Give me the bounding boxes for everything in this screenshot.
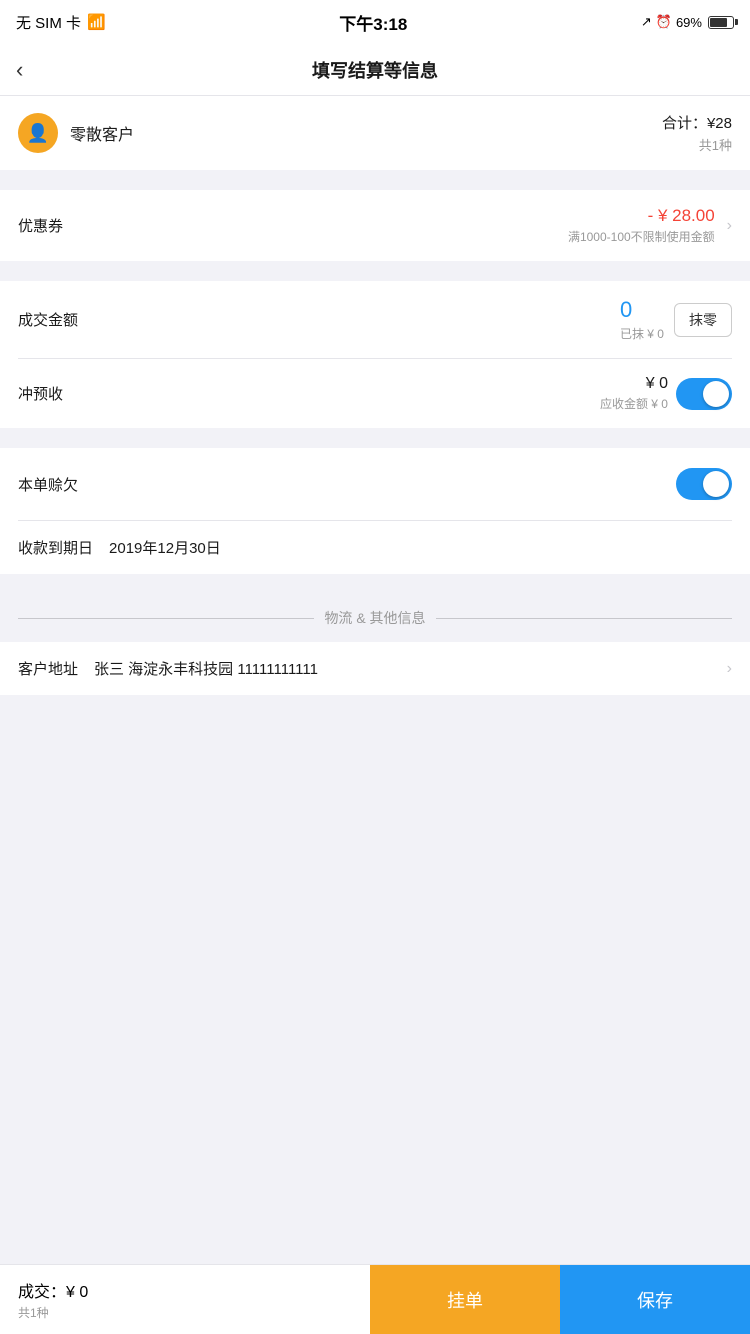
alarm-icon: ⏰ (656, 14, 672, 30)
section-divider-4 (0, 584, 750, 594)
logistics-line-right (436, 618, 732, 619)
address-row[interactable]: 客户地址 张三 海淀永丰科技园 11111111111 › (0, 642, 750, 695)
debt-label: 本单赊欠 (18, 474, 78, 495)
debt-toggle-knob (703, 471, 729, 497)
address-label: 客户地址 (18, 658, 78, 679)
bottom-transaction-value: ¥ 0 (66, 1284, 88, 1301)
section-divider-3 (0, 438, 750, 448)
already-rounded: 已抹 ¥ 0 (620, 325, 664, 342)
toggle-knob (703, 381, 729, 407)
chevron-right-icon: › (727, 217, 732, 235)
section-divider-2 (0, 271, 750, 281)
customer-row: 👤 零散客户 合计：¥28 共1种 (0, 96, 750, 170)
status-left: 无 SIM 卡 📶 (16, 12, 106, 33)
address-value: 张三 海淀永丰科技园 11111111111 (94, 658, 711, 679)
prepay-toggle[interactable] (676, 378, 732, 410)
address-section[interactable]: 客户地址 张三 海淀永丰科技园 11111111111 › (0, 642, 750, 695)
status-bar: 无 SIM 卡 📶 下午3:18 ↗ ⏰ 69% (0, 0, 750, 44)
bottom-transaction-label: 成交： (18, 1284, 66, 1301)
carrier-text: 无 SIM 卡 (16, 12, 81, 33)
battery-percent: 69% (676, 15, 702, 30)
prepay-sub-amount: 应收金额 ¥ 0 (600, 395, 668, 412)
wifi-icon: 📶 (87, 13, 106, 31)
transaction-value: 0 (620, 297, 664, 323)
bottom-count: 共1种 (18, 1304, 352, 1321)
debt-row: 本单赊欠 (0, 448, 750, 520)
status-time: 下午3:18 (339, 10, 407, 35)
due-date-label: 收款到期日 (18, 537, 93, 558)
logistics-label: 物流 & 其他信息 (324, 608, 425, 628)
hold-button[interactable]: 挂单 (370, 1265, 560, 1334)
section-divider-1 (0, 180, 750, 190)
coupon-right: - ¥ 28.00 满1000-100不限制使用金额 › (568, 206, 732, 245)
customer-left: 👤 零散客户 (18, 113, 134, 153)
round-off-button[interactable]: 抹零 (674, 303, 732, 337)
transaction-section: 成交金额 0 已抹 ¥ 0 抹零 冲预收 ¥ 0 应收金额 ¥ 0 (0, 281, 750, 428)
avatar-icon: 👤 (27, 123, 49, 144)
location-icon: ↗ (641, 14, 652, 30)
logistics-line-left (18, 618, 314, 619)
customer-name: 零散客户 (70, 121, 134, 145)
due-date-row: 收款到期日 2019年12月30日 (0, 521, 750, 574)
back-button[interactable]: ‹ (16, 57, 23, 83)
status-right: ↗ ⏰ 69% (641, 14, 734, 30)
transaction-label: 成交金额 (18, 309, 78, 330)
total-count: 共1种 (662, 135, 732, 154)
coupon-amount: - ¥ 28.00 (568, 206, 715, 226)
debt-toggle[interactable] (676, 468, 732, 500)
bottom-info: 成交：¥ 0 共1种 (0, 1265, 370, 1334)
debt-section: 本单赊欠 收款到期日 2019年12月30日 (0, 448, 750, 574)
prepay-right: ¥ 0 应收金额 ¥ 0 (600, 375, 732, 412)
prepay-row: 冲预收 ¥ 0 应收金额 ¥ 0 (0, 359, 750, 428)
customer-section: 👤 零散客户 合计：¥28 共1种 (0, 96, 750, 170)
logistics-header: 物流 & 其他信息 (0, 594, 750, 642)
prepay-main-amount: ¥ 0 (600, 375, 668, 393)
avatar: 👤 (18, 113, 58, 153)
customer-summary: 合计：¥28 共1种 (662, 112, 732, 154)
transaction-right: 0 已抹 ¥ 0 抹零 (620, 297, 732, 342)
coupon-row[interactable]: 优惠券 - ¥ 28.00 满1000-100不限制使用金额 › (0, 190, 750, 261)
section-divider-5 (0, 705, 750, 715)
prepay-amounts: ¥ 0 应收金额 ¥ 0 (600, 375, 668, 412)
save-button[interactable]: 保存 (560, 1265, 750, 1334)
total-amount: 合计：¥28 (662, 112, 732, 133)
nav-bar: ‹ 填写结算等信息 (0, 44, 750, 96)
transaction-row: 成交金额 0 已抹 ¥ 0 抹零 (0, 281, 750, 358)
battery-icon (708, 16, 734, 29)
bottom-bar: 成交：¥ 0 共1种 挂单 保存 (0, 1264, 750, 1334)
due-date-value: 2019年12月30日 (109, 537, 221, 558)
page-title: 填写结算等信息 (312, 57, 438, 83)
prepay-label: 冲预收 (18, 383, 63, 404)
address-chevron-icon: › (727, 660, 732, 678)
coupon-desc: 满1000-100不限制使用金额 (568, 228, 715, 245)
coupon-label: 优惠券 (18, 215, 63, 236)
coupon-section[interactable]: 优惠券 - ¥ 28.00 满1000-100不限制使用金额 › (0, 190, 750, 261)
content-area: 👤 零散客户 合计：¥28 共1种 优惠券 - ¥ 28.00 满1000-10… (0, 96, 750, 785)
bottom-transaction: 成交：¥ 0 (18, 1278, 352, 1302)
